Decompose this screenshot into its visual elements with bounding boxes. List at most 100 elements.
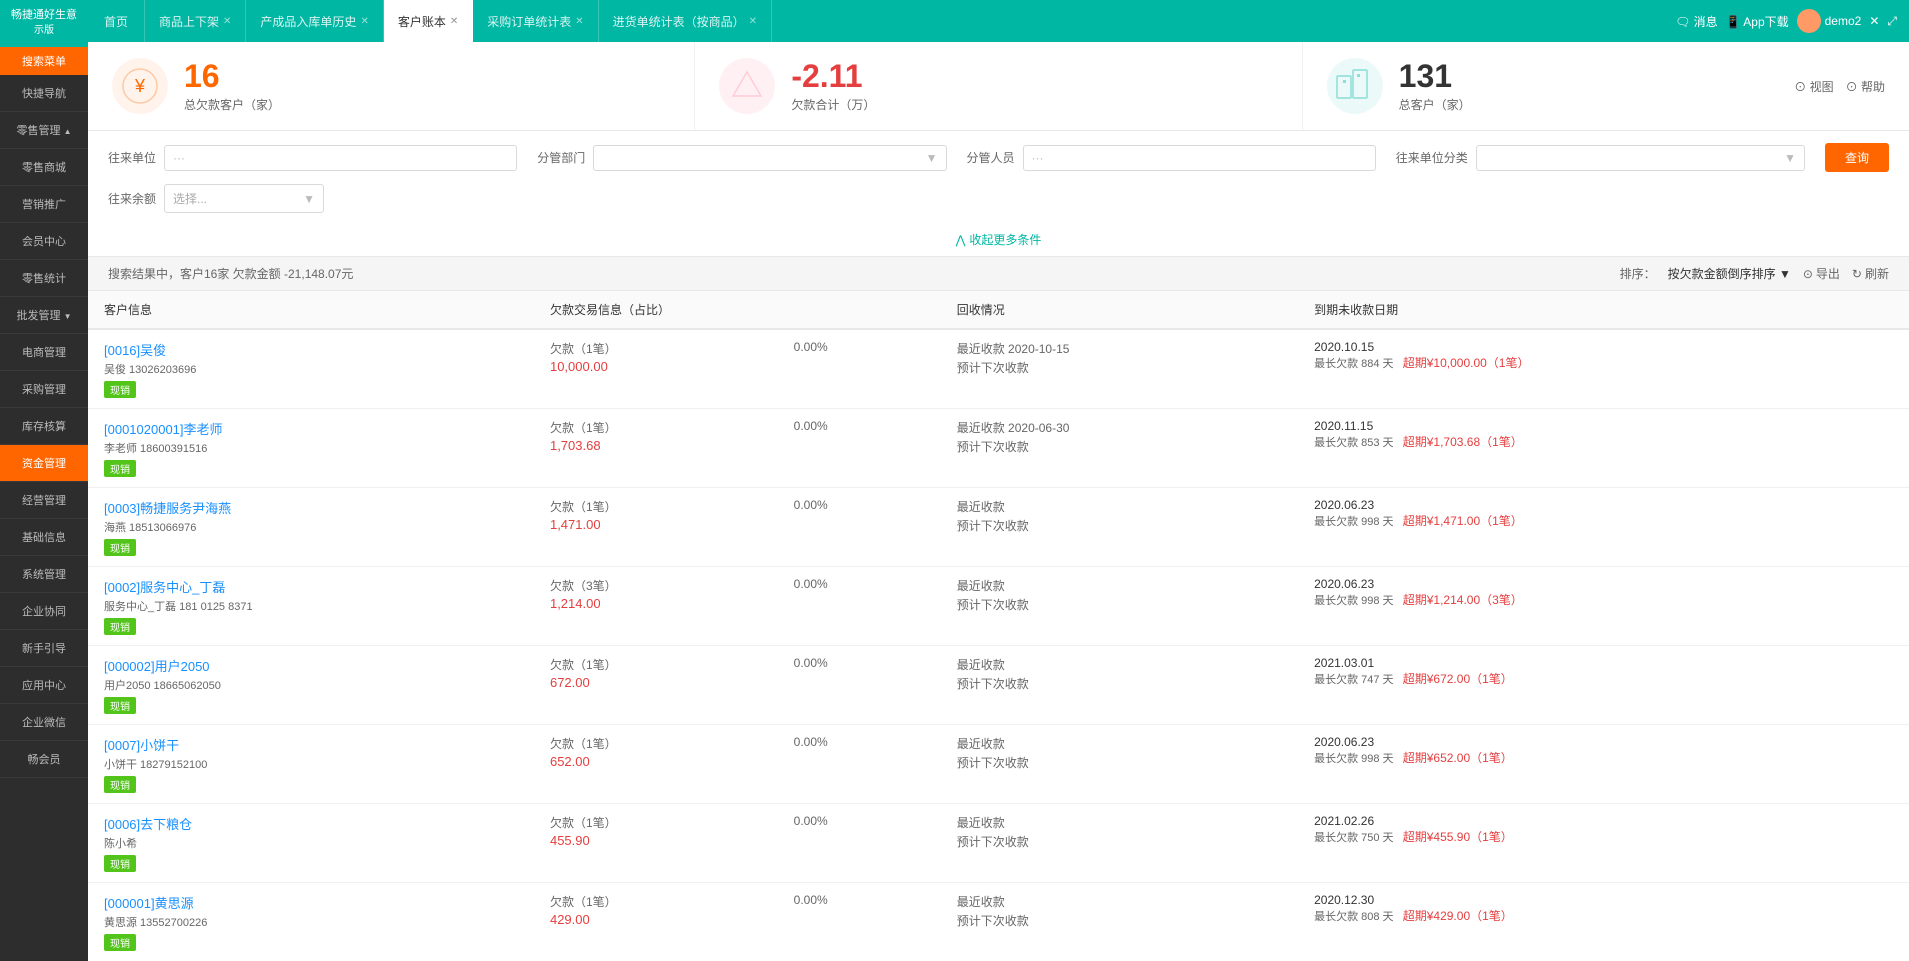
sidebar-item-system-mgmt[interactable]: 系统管理 <box>0 556 88 593</box>
sidebar-item-capital-mgmt[interactable]: 资金管理 <box>0 445 88 482</box>
tab-product-publish[interactable]: 商品上下架 ✕ <box>145 0 246 42</box>
customer-name-link[interactable]: [0002]服务中心_丁磊 <box>104 580 225 595</box>
customer-name-link[interactable]: [0001020001]李老师 <box>104 422 223 437</box>
balance-label: 往来余额 <box>108 190 156 207</box>
customer-unit-input[interactable]: ··· <box>164 145 517 171</box>
overdue-amount[interactable]: 超期¥1,214.00（3笔） <box>1403 593 1523 607</box>
customer-phone: 黄思源 13552700226 <box>104 914 518 930</box>
owe-customers-label: 总欠款客户（家） <box>184 96 280 113</box>
sidebar-item-member-center[interactable]: 会员中心 <box>0 223 88 260</box>
owe-amount: 652.00 <box>550 754 762 769</box>
sidebar-item-purchase-mgmt[interactable]: 采购管理 <box>0 371 88 408</box>
owe-percent: 0.00% <box>794 735 925 749</box>
tab-product-publish-close[interactable]: ✕ <box>223 16 231 27</box>
tab-customer-ledger[interactable]: 客户账本 ✕ <box>384 0 473 42</box>
maximize-btn[interactable]: ⤢ <box>1887 14 1897 29</box>
customer-name-link[interactable]: [000001]黄思源 <box>104 896 194 911</box>
summary-card-total-customers: 131 总客户（家） ⊙ 视图 ⊙ 帮助 <box>1303 42 1909 130</box>
due-date-cell: 2021.03.01 最长欠款 747 天 超期¥672.00（1笔） <box>1298 646 1909 725</box>
overdue-amount[interactable]: 超期¥1,471.00（1笔） <box>1403 514 1523 528</box>
owe-count: 欠款（3笔） <box>550 577 762 594</box>
collapse-icon: ⋀ <box>956 233 966 247</box>
sidebar-item-retail-mgmt[interactable]: 零售管理 ▲ <box>0 112 88 149</box>
return-cell: 最近收款 预计下次收款 <box>941 646 1298 725</box>
owe-count-cell: 欠款（1笔） 652.00 <box>534 725 778 804</box>
owe-percent: 0.00% <box>794 656 925 670</box>
sidebar-item-ecommerce[interactable]: 电商管理 <box>0 334 88 371</box>
customer-info-cell: [0003]畅捷服务尹海燕 海燕 18513066976 现销 <box>88 488 534 567</box>
top-bar-actions: 🗨 消息 📱 App下载 demo2 ✕ ⤢ <box>1675 9 1909 33</box>
owe-customers-icon: ¥ <box>112 58 168 114</box>
unit-category-select[interactable]: ▼ <box>1476 145 1805 171</box>
sidebar-item-inventory[interactable]: 库存核算 <box>0 408 88 445</box>
message-btn[interactable]: 🗨 消息 <box>1675 13 1718 30</box>
sidebar-item-member-vip[interactable]: 畅会员 <box>0 741 88 778</box>
sidebar-item-enterprise-wx[interactable]: 企业微信 <box>0 704 88 741</box>
app-download-btn[interactable]: 📱 App下载 <box>1726 13 1789 30</box>
owe-percent: 0.00% <box>794 498 925 512</box>
sidebar-item-basic-info[interactable]: 基础信息 <box>0 519 88 556</box>
overdue-amount[interactable]: 超期¥429.00（1笔） <box>1403 909 1513 923</box>
tab-purchase-stats[interactable]: 采购订单统计表 ✕ <box>473 0 598 42</box>
overdue-amount[interactable]: 超期¥455.90（1笔） <box>1403 830 1513 844</box>
table-row: [0016]吴俊 吴俊 13026203696 现销 欠款（1笔） 10,000… <box>88 329 1909 409</box>
overdue-amount[interactable]: 超期¥1,703.68（1笔） <box>1403 435 1523 449</box>
due-date: 2021.03.01 <box>1314 656 1893 670</box>
refresh-btn[interactable]: ↻ 刷新 <box>1852 265 1889 282</box>
sort-select[interactable]: 按欠款金额倒序排序 ▼ <box>1668 265 1791 282</box>
customer-name-link[interactable]: [0003]畅捷服务尹海燕 <box>104 501 231 516</box>
branch-select[interactable]: ▼ <box>593 145 946 171</box>
overdue-amount[interactable]: 超期¥10,000.00（1笔） <box>1403 356 1530 370</box>
export-btn[interactable]: ⊙ 导出 <box>1803 265 1840 282</box>
search-button[interactable]: 查询 <box>1825 143 1889 172</box>
filter-collapse-btn[interactable]: ⋀ 收起更多条件 <box>108 225 1889 256</box>
sidebar-item-retail-stats[interactable]: 零售统计 <box>0 260 88 297</box>
sidebar-item-marketing[interactable]: 营销推广 <box>0 186 88 223</box>
result-text: 搜索结果中，客户16家 欠款金额 -21,148.07元 <box>108 265 353 282</box>
manager-input[interactable]: ··· <box>1023 145 1376 171</box>
customer-tag: 现销 <box>104 618 136 635</box>
tab-purchase-product-stats[interactable]: 进货单统计表（按商品） ✕ <box>599 0 772 42</box>
user-avatar[interactable]: demo2 <box>1797 9 1862 33</box>
close-window-btn[interactable]: ✕ <box>1869 14 1879 28</box>
unit-category-arrow-icon: ▼ <box>1784 151 1796 165</box>
balance-select[interactable]: 选择... ▼ <box>164 184 324 213</box>
sidebar-item-operations[interactable]: 经营管理 <box>0 482 88 519</box>
owe-count-cell: 欠款（1笔） 1,471.00 <box>534 488 778 567</box>
tab-product-history-close[interactable]: ✕ <box>360 16 368 27</box>
owe-count: 欠款（1笔） <box>550 814 762 831</box>
sidebar-item-app-center[interactable]: 应用中心 <box>0 667 88 704</box>
unit-category-label: 往来单位分类 <box>1396 149 1468 166</box>
tab-product-history[interactable]: 产成品入库单历史 ✕ <box>246 0 383 42</box>
sidebar-item-enterprise[interactable]: 企业协同 <box>0 593 88 630</box>
due-date: 2020.06.23 <box>1314 577 1893 591</box>
customer-name-link[interactable]: [0016]吴俊 <box>104 343 166 358</box>
filter-manager: 分管人员 ··· <box>967 145 1376 171</box>
owe-percent-cell: 0.00% <box>778 804 941 883</box>
help-btn[interactable]: ⊙ 帮助 <box>1846 78 1885 95</box>
customer-name-link[interactable]: [0007]小饼干 <box>104 738 179 753</box>
return-cell: 最近收款 预计下次收款 <box>941 804 1298 883</box>
overdue-amount[interactable]: 超期¥672.00（1笔） <box>1403 672 1513 686</box>
customer-name-link[interactable]: [0006]去下粮仓 <box>104 817 192 832</box>
due-date: 2020.10.15 <box>1314 340 1893 354</box>
sidebar: 畅捷通好生意示版 搜索菜单 快捷导航 零售管理 ▲ 零售商城 营销推广 会员中心… <box>0 0 88 961</box>
sidebar-item-new-guide[interactable]: 新手引导 <box>0 630 88 667</box>
sidebar-item-quick-nav[interactable]: 快捷导航 <box>0 75 88 112</box>
tab-customer-ledger-close[interactable]: ✕ <box>450 16 458 27</box>
customer-name-link[interactable]: [000002]用户2050 <box>104 659 210 674</box>
customer-info-cell: [0006]去下粮仓 陈小希 现销 <box>88 804 534 883</box>
balance-placeholder: 选择... <box>173 190 207 207</box>
tab-purchase-product-stats-close[interactable]: ✕ <box>749 16 757 27</box>
tab-product-publish-label: 商品上下架 <box>159 13 219 30</box>
overdue-days: 最长欠款 853 天 超期¥1,703.68（1笔） <box>1314 433 1893 450</box>
sidebar-item-retail-mall[interactable]: 零售商城 <box>0 149 88 186</box>
return-cell: 最近收款 预计下次收款 <box>941 725 1298 804</box>
view-btn[interactable]: ⊙ 视图 <box>1794 78 1833 95</box>
overdue-amount[interactable]: 超期¥652.00（1笔） <box>1403 751 1513 765</box>
sidebar-item-batch-mgmt[interactable]: 批发管理 ▼ <box>0 297 88 334</box>
next-payment: 预计下次收款 <box>957 438 1282 455</box>
tab-home[interactable]: 首页 <box>88 0 145 42</box>
tab-purchase-stats-close[interactable]: ✕ <box>575 16 583 27</box>
search-menu-btn[interactable]: 搜索菜单 <box>0 47 88 75</box>
